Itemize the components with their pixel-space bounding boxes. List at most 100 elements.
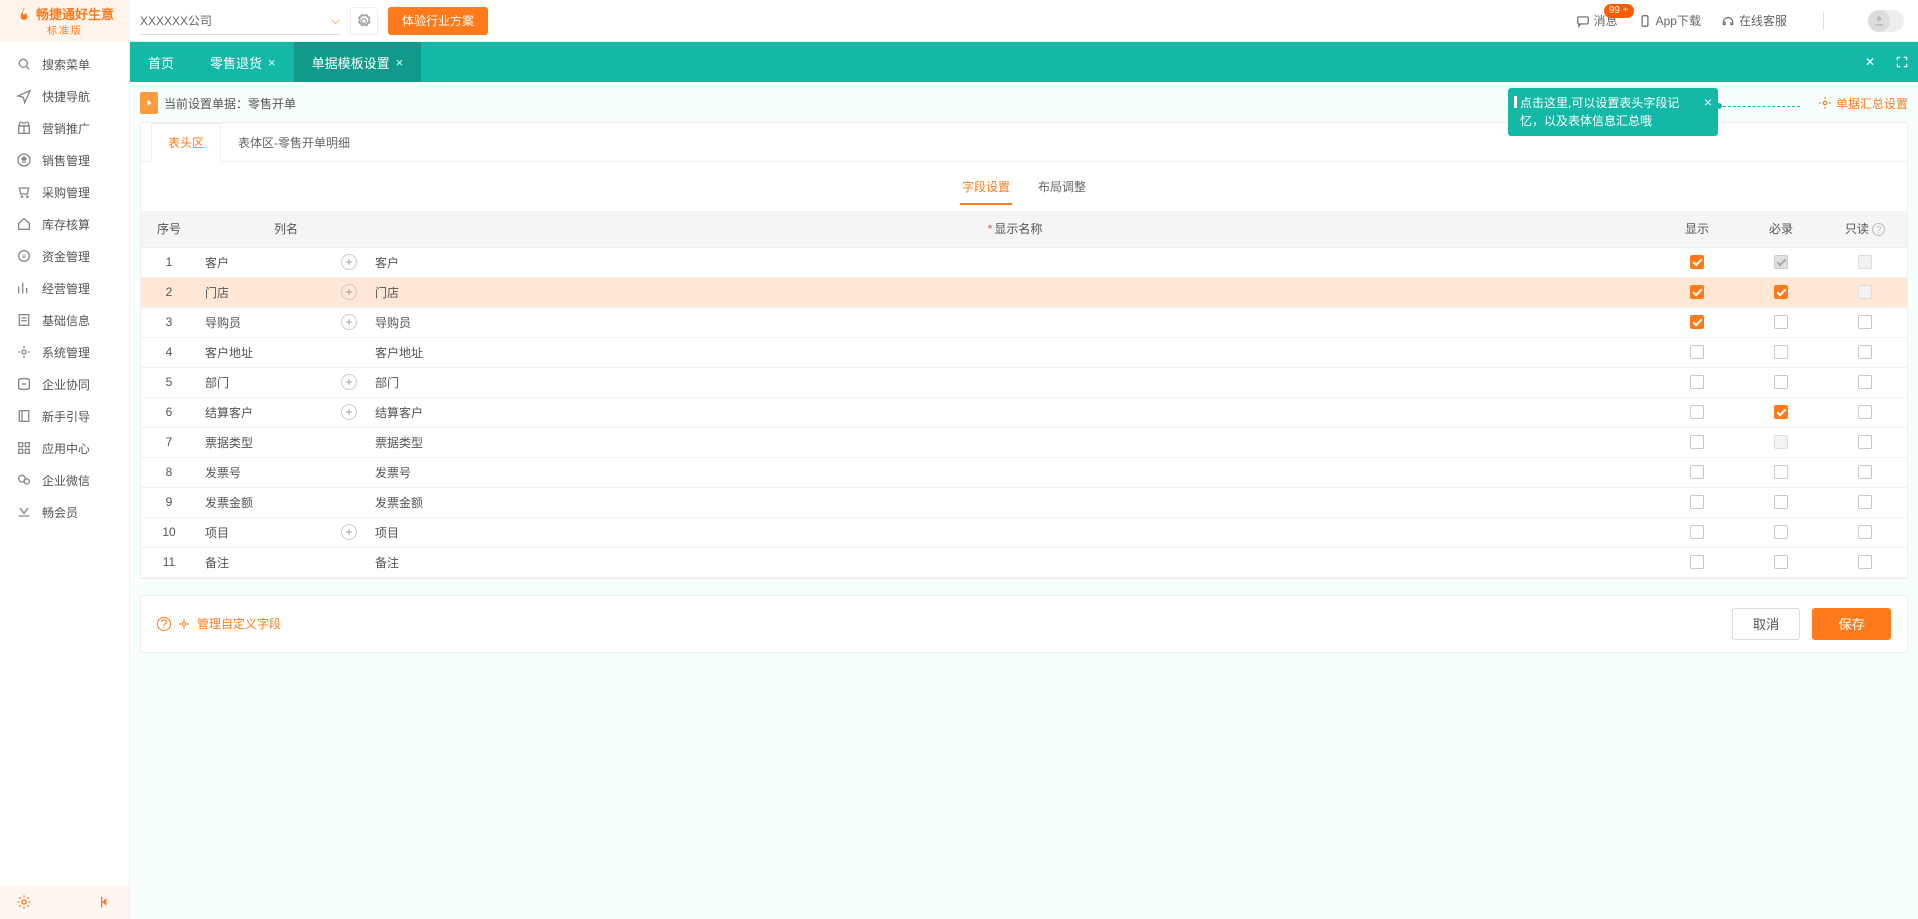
checkbox-req[interactable]: [1774, 285, 1788, 299]
cell-disp[interactable]: 结算客户: [367, 397, 1655, 427]
sidebar-item-house[interactable]: 库存核算: [0, 208, 129, 240]
summary-settings-link[interactable]: 单据汇总设置: [1818, 95, 1908, 112]
collapse-icon[interactable]: [97, 894, 113, 910]
checkbox-show[interactable]: [1690, 285, 1704, 299]
checkbox-req[interactable]: [1774, 315, 1788, 329]
checkbox-show[interactable]: [1690, 465, 1704, 479]
sidebar-item-cog[interactable]: 系统管理: [0, 336, 129, 368]
add-icon[interactable]: +: [341, 374, 357, 390]
cell-seq: 6: [141, 397, 197, 427]
checkbox-show[interactable]: [1690, 315, 1704, 329]
add-icon[interactable]: +: [341, 284, 357, 300]
sub-tab[interactable]: 字段设置: [960, 174, 1012, 205]
help-icon[interactable]: ?: [1872, 223, 1885, 236]
sidebar-item-form[interactable]: 基础信息: [0, 304, 129, 336]
cell-col: 票据类型: [197, 427, 367, 457]
checkbox-ro[interactable]: [1858, 345, 1872, 359]
checkbox-show[interactable]: [1690, 525, 1704, 539]
app-download-link[interactable]: App下载: [1638, 12, 1701, 29]
settings-icon-button[interactable]: [350, 7, 378, 35]
checkbox-show[interactable]: [1690, 435, 1704, 449]
messages-badge: 99 +: [1604, 4, 1634, 18]
cell-disp[interactable]: 发票号: [367, 457, 1655, 487]
tabs-close-all[interactable]: ✕: [1854, 42, 1886, 82]
sidebar-item-link[interactable]: 企业协同: [0, 368, 129, 400]
cell-disp[interactable]: 发票金额: [367, 487, 1655, 517]
sidebar-item-chart[interactable]: 经营管理: [0, 272, 129, 304]
cancel-button[interactable]: 取消: [1732, 608, 1801, 640]
sidebar-item-book[interactable]: 新手引导: [0, 400, 129, 432]
try-industry-button[interactable]: 体验行业方案: [388, 7, 488, 35]
close-icon[interactable]: ×: [396, 55, 404, 70]
cell-ro: [1823, 307, 1907, 337]
cell-disp[interactable]: 票据类型: [367, 427, 1655, 457]
sidebar-item-wechat[interactable]: 企业微信: [0, 464, 129, 496]
save-button[interactable]: 保存: [1812, 608, 1891, 640]
sidebar-item-grid[interactable]: 应用中心: [0, 432, 129, 464]
sidebar-item-label: 库存核算: [42, 216, 90, 233]
add-icon[interactable]: +: [341, 314, 357, 330]
add-icon[interactable]: +: [341, 404, 357, 420]
cell-show: [1655, 517, 1739, 547]
sub-tab[interactable]: 布局调整: [1036, 174, 1088, 205]
sidebar-item-vip[interactable]: 畅会员: [0, 496, 129, 528]
checkbox-ro[interactable]: [1858, 315, 1872, 329]
checkbox-req[interactable]: [1774, 345, 1788, 359]
checkbox-req[interactable]: [1774, 555, 1788, 569]
gear-icon[interactable]: [16, 894, 32, 910]
cell-disp[interactable]: 导购员: [367, 307, 1655, 337]
sidebar-item-coin[interactable]: ¥资金管理: [0, 240, 129, 272]
tip-close[interactable]: ×: [1704, 92, 1712, 113]
card-tab[interactable]: 表体区-零售开单明细: [221, 123, 367, 162]
checkbox-show[interactable]: [1690, 495, 1704, 509]
checkbox-show[interactable]: [1690, 555, 1704, 569]
checkbox-ro[interactable]: [1858, 555, 1872, 569]
checkbox-req[interactable]: [1774, 465, 1788, 479]
checkbox-ro[interactable]: [1858, 375, 1872, 389]
checkbox-ro[interactable]: [1858, 465, 1872, 479]
checkbox-ro[interactable]: [1858, 435, 1872, 449]
close-icon[interactable]: ×: [268, 55, 276, 70]
add-icon[interactable]: +: [341, 254, 357, 270]
cell-disp[interactable]: 客户地址: [367, 337, 1655, 367]
sidebar-item-cart[interactable]: 采购管理: [0, 176, 129, 208]
checkbox-req[interactable]: [1774, 405, 1788, 419]
tab[interactable]: 零售退货×: [192, 42, 294, 82]
checkbox-req[interactable]: [1774, 525, 1788, 539]
table-row: 2门店+门店: [141, 277, 1907, 307]
cell-disp[interactable]: 部门: [367, 367, 1655, 397]
checkbox-show[interactable]: [1690, 345, 1704, 359]
sidebar-item-sale[interactable]: 销售管理: [0, 144, 129, 176]
add-icon[interactable]: +: [341, 524, 357, 540]
cell-disp[interactable]: 门店: [367, 277, 1655, 307]
manage-custom-fields-link[interactable]: ? 管理自定义字段: [157, 615, 281, 632]
cell-disp[interactable]: 备注: [367, 547, 1655, 577]
crumb-row: 当前设置单据：零售开单 点击这里,可以设置表头字段记忆，以及表体信息汇总哦 × …: [140, 92, 1908, 114]
sidebar-item-compass[interactable]: 快捷导航: [0, 80, 129, 112]
cell-req: [1739, 427, 1823, 457]
checkbox-req[interactable]: [1774, 375, 1788, 389]
checkbox-ro[interactable]: [1858, 495, 1872, 509]
checkbox-show[interactable]: [1690, 405, 1704, 419]
company-select[interactable]: XXXXXX公司 ⌵: [140, 7, 340, 35]
svg-text:¥: ¥: [22, 254, 26, 261]
tab[interactable]: 单据模板设置×: [294, 42, 422, 82]
fullscreen-icon[interactable]: [1886, 42, 1918, 82]
checkbox-ro[interactable]: [1858, 525, 1872, 539]
checkbox-req[interactable]: [1774, 495, 1788, 509]
table-row: 5部门+部门: [141, 367, 1907, 397]
sidebar-item-gift[interactable]: 营销推广: [0, 112, 129, 144]
online-service-link[interactable]: 在线客服: [1721, 12, 1787, 29]
card-tab[interactable]: 表头区: [151, 123, 221, 162]
checkbox-ro[interactable]: [1858, 405, 1872, 419]
checkbox-show[interactable]: [1690, 375, 1704, 389]
cell-req: [1739, 457, 1823, 487]
cell-disp[interactable]: 项目: [367, 517, 1655, 547]
tab[interactable]: 首页: [130, 42, 192, 82]
sidebar-item-search[interactable]: 搜索菜单: [0, 48, 129, 80]
checkbox-show[interactable]: [1690, 255, 1704, 269]
messages-link[interactable]: 消息 99 +: [1576, 12, 1618, 29]
user-avatar[interactable]: [1868, 10, 1904, 32]
cell-disp[interactable]: 客户: [367, 247, 1655, 277]
expand-handle[interactable]: [140, 92, 158, 114]
